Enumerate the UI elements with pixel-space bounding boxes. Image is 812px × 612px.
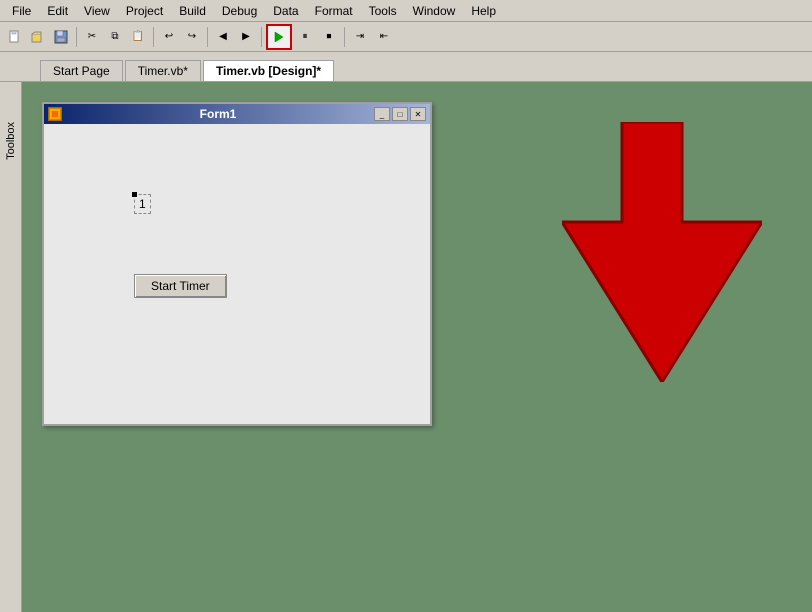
toolbar-sep-2 [153, 27, 154, 47]
form-window-controls: _ □ ✕ [374, 107, 426, 121]
redo-button[interactable]: ↪ [181, 26, 203, 48]
nav-back-button[interactable]: ◀ [212, 26, 234, 48]
form-window: Form1 _ □ ✕ 1 Start Timer [42, 102, 432, 426]
form-minimize-button[interactable]: _ [374, 107, 390, 121]
toolbar-group-nav: ↩ ↪ [158, 26, 203, 48]
tab-timer-design[interactable]: Timer.vb [Design]* [203, 60, 334, 81]
toolbox-sidebar[interactable]: Toolbox [0, 82, 22, 612]
form-icon [48, 107, 62, 121]
menu-file[interactable]: File [4, 2, 39, 20]
menu-tools[interactable]: Tools [361, 2, 405, 20]
nav-forward-button[interactable]: ▶ [235, 26, 257, 48]
menu-debug[interactable]: Debug [214, 2, 265, 20]
form-title: Form1 [62, 107, 374, 121]
menu-window[interactable]: Window [405, 2, 464, 20]
menu-build[interactable]: Build [171, 2, 214, 20]
toolbar-group-file [4, 26, 72, 48]
tab-timer-vb[interactable]: Timer.vb* [125, 60, 201, 81]
form-body[interactable]: 1 Start Timer [44, 124, 430, 424]
cut-button[interactable]: ✂ [81, 26, 103, 48]
menu-view[interactable]: View [76, 2, 118, 20]
menu-format[interactable]: Format [307, 2, 361, 20]
main-area: Toolbox Form1 _ □ ✕ [0, 82, 812, 612]
label1-control[interactable]: 1 [134, 194, 151, 214]
toolbar: ✂ ⧉ 📋 ↩ ↪ ◀ ▶ ⏸ ⏹ ⇥ ⇤ [0, 22, 812, 52]
form-titlebar: Form1 _ □ ✕ [44, 104, 430, 124]
menu-data[interactable]: Data [265, 2, 306, 20]
toolbar-sep-5 [344, 27, 345, 47]
outdent-button[interactable]: ⇤ [373, 26, 395, 48]
tab-bar: Start Page Timer.vb* Timer.vb [Design]* [0, 52, 812, 82]
paste-button[interactable]: 📋 [127, 26, 149, 48]
undo-button[interactable]: ↩ [158, 26, 180, 48]
start-timer-button[interactable]: Start Timer [134, 274, 227, 298]
save-button[interactable] [50, 26, 72, 48]
pause-button[interactable]: ⏸ [294, 26, 316, 48]
toolbox-label: Toolbox [5, 122, 17, 160]
toolbar-group-debug: ◀ ▶ [212, 26, 257, 48]
menu-edit[interactable]: Edit [39, 2, 76, 20]
start-debugging-button[interactable] [266, 24, 292, 50]
toolbar-sep-3 [207, 27, 208, 47]
menu-bar: File Edit View Project Build Debug Data … [0, 0, 812, 22]
toolbar-sep-4 [261, 27, 262, 47]
menu-project[interactable]: Project [118, 2, 171, 20]
menu-help[interactable]: Help [463, 2, 504, 20]
stop-button[interactable]: ⏹ [318, 26, 340, 48]
label1-text: 1 [139, 197, 146, 211]
toolbar-group-edit: ✂ ⧉ 📋 [81, 26, 149, 48]
tab-start-page[interactable]: Start Page [40, 60, 123, 81]
label-resize-handle[interactable] [132, 192, 137, 197]
open-file-button[interactable] [27, 26, 49, 48]
red-arrow-annotation [562, 122, 762, 385]
toolbar-sep-1 [76, 27, 77, 47]
design-area: Form1 _ □ ✕ 1 Start Timer [22, 82, 812, 612]
indent-button[interactable]: ⇥ [349, 26, 371, 48]
form-maximize-button[interactable]: □ [392, 107, 408, 121]
copy-button[interactable]: ⧉ [104, 26, 126, 48]
form-close-button[interactable]: ✕ [410, 107, 426, 121]
new-project-button[interactable] [4, 26, 26, 48]
